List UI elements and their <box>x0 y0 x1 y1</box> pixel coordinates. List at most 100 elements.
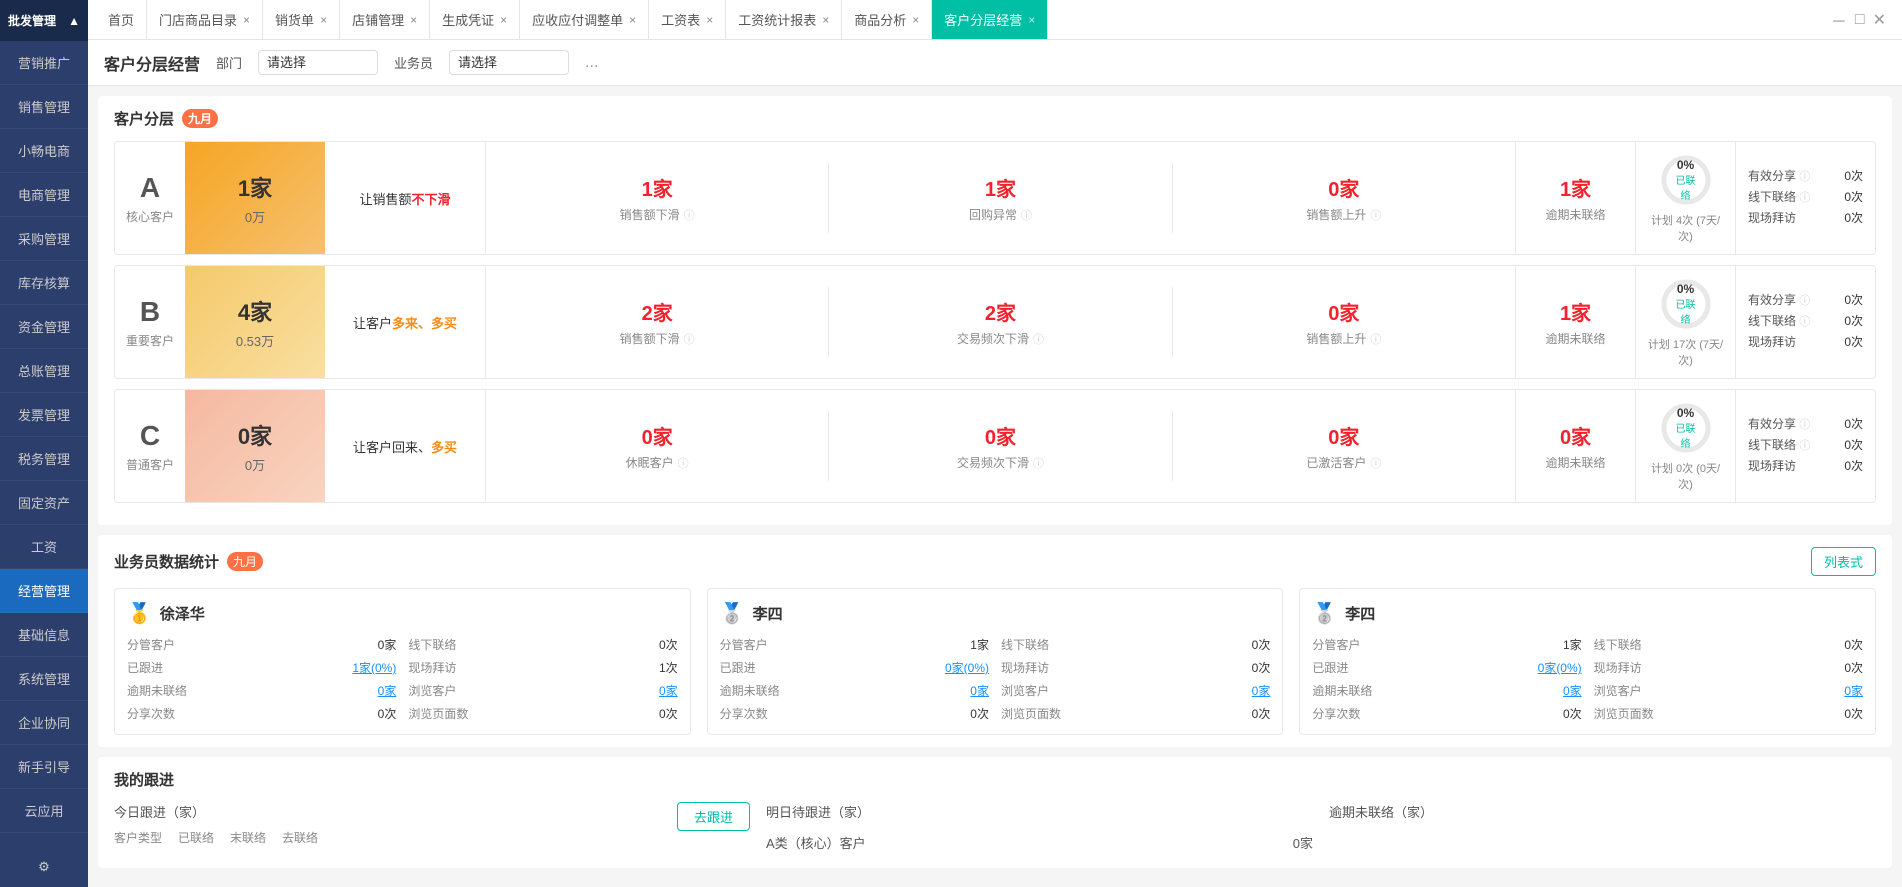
tab-5[interactable]: 应收应付调整单× <box>520 0 649 40</box>
sidebar-item-16[interactable]: 新手引导 <box>0 745 88 789</box>
filter-more-icon[interactable]: ... <box>585 54 598 72</box>
sidebar-title: 批发管理 <box>8 12 56 29</box>
tab-close-4[interactable]: × <box>500 13 507 27</box>
followup-section: 我的跟进 今日跟进（家） 客户类型 已联络 末联络 去联络 去跟进 明日待跟进（… <box>98 757 1892 868</box>
tier-right-stats-A: 有效分享 ⓘ0次线下联络 ⓘ0次现场拜访 0次 <box>1735 142 1875 254</box>
agent-stat-2-2: 已跟进0家(0%) <box>1312 659 1581 676</box>
sidebar-item-3[interactable]: 电商管理 <box>0 173 88 217</box>
tier-metric-C-0: 0家休眠客户 ⓘ <box>486 411 829 481</box>
customer-month-badge: 九月 <box>182 109 218 128</box>
agent-header-2: 🥈李四 <box>1312 601 1863 626</box>
right-stat-A-2: 现场拜访 0次 <box>1748 209 1863 226</box>
sidebar-header[interactable]: 批发管理 ▲ <box>0 0 88 41</box>
window-close-icon[interactable]: ✕ <box>1873 10 1886 30</box>
today-followup-title: 今日跟进（家） <box>114 802 661 821</box>
overdue-followup-title: 逾期未联络（家） <box>1329 802 1876 821</box>
sidebar-item-9[interactable]: 税务管理 <box>0 437 88 481</box>
tier-row-B: B重要客户4家0.53万让客户多来、多买2家销售额下滑 ⓘ2家交易频次下滑 ⓘ0… <box>114 265 1876 379</box>
tab-close-6[interactable]: × <box>706 13 713 27</box>
agent-select[interactable]: 请选择 <box>449 50 569 75</box>
sidebar-item-10[interactable]: 固定资产 <box>0 481 88 525</box>
sidebar-item-2[interactable]: 小畅电商 <box>0 129 88 173</box>
tab-6[interactable]: 工资表× <box>649 0 726 40</box>
today-followup-col: 今日跟进（家） 客户类型 已联络 末联络 去联络 <box>114 802 661 854</box>
tier-label-A: A核心客户 <box>115 142 185 254</box>
gear-icon: ⚙ <box>38 859 50 874</box>
agent-stat-1-6: 分享次数0次 <box>720 705 989 722</box>
goto-followup-button[interactable]: 去跟进 <box>677 802 750 831</box>
agent-stat-1-5: 浏览客户0家 <box>1001 682 1270 699</box>
main-area: 首页门店商品目录×销货单×店铺管理×生成凭证×应收应付调整单×工资表×工资统计报… <box>88 0 1902 887</box>
dept-select[interactable]: 请选择 <box>258 50 378 75</box>
tab-close-1[interactable]: × <box>243 13 250 27</box>
sidebar-item-8[interactable]: 发票管理 <box>0 393 88 437</box>
agent-stat-2-5: 浏览客户0家 <box>1594 682 1863 699</box>
agent-stat-1-2: 已跟进0家(0%) <box>720 659 989 676</box>
tier-circle-C: 0% 已联络 计划 0次 (0天/次) <box>1635 390 1735 502</box>
window-minimize-icon[interactable]: － <box>1831 8 1847 32</box>
sidebar-item-5[interactable]: 库存核算 <box>0 261 88 305</box>
tier-right-stats-B: 有效分享 ⓘ0次线下联络 ⓘ0次现场拜访 0次 <box>1735 266 1875 378</box>
tab-1[interactable]: 门店商品目录× <box>147 0 263 40</box>
sidebar: 批发管理 ▲ 营销推广销售管理小畅电商电商管理采购管理库存核算资金管理总账管理发… <box>0 0 88 887</box>
sidebar-settings[interactable]: ⚙ <box>0 847 88 887</box>
sidebar-item-15[interactable]: 企业协同 <box>0 701 88 745</box>
sidebar-item-4[interactable]: 采购管理 <box>0 217 88 261</box>
sidebar-item-13[interactable]: 基础信息 <box>0 613 88 657</box>
tab-close-8[interactable]: × <box>912 13 919 27</box>
agent-name-2: 李四 <box>1345 603 1375 624</box>
tab-close-3[interactable]: × <box>410 13 417 27</box>
sidebar-item-14[interactable]: 系统管理 <box>0 657 88 701</box>
agent-medal-0: 🥇 <box>127 601 152 626</box>
tier-metric-C-1: 0家交易频次下滑 ⓘ <box>829 411 1172 481</box>
agent-name-1: 李四 <box>753 603 783 624</box>
agent-stat-0-4: 逾期未联络0家 <box>127 682 396 699</box>
tab-7[interactable]: 工资统计报表× <box>726 0 842 40</box>
tab-close-7[interactable]: × <box>822 13 829 27</box>
sidebar-collapse-icon: ▲ <box>68 14 80 28</box>
tier-overdue-C: 0家逾期未联络 <box>1515 390 1635 502</box>
tier-metrics-A: 1家销售额下滑 ⓘ1家回购异常 ⓘ0家销售额上升 ⓘ <box>485 142 1515 254</box>
tab-8[interactable]: 商品分析× <box>842 0 932 40</box>
tab-2[interactable]: 销货单× <box>263 0 340 40</box>
window-maximize-icon[interactable]: □ <box>1855 11 1865 29</box>
right-stat-B-1: 线下联络 ⓘ0次 <box>1748 312 1863 329</box>
agent-card-2: 🥈李四分管客户1家线下联络0次已跟进0家(0%)现场拜访0次逾期未联络0家浏览客… <box>1299 588 1876 735</box>
sidebar-item-6[interactable]: 资金管理 <box>0 305 88 349</box>
sidebar-item-17[interactable]: 云应用 <box>0 789 88 833</box>
sidebar-item-12[interactable]: 经营管理 <box>0 569 88 613</box>
agent-stat-2-0: 分管客户1家 <box>1312 636 1581 653</box>
tab-4[interactable]: 生成凭证× <box>430 0 520 40</box>
filter-bar: 客户分层经营 部门 请选择 业务员 请选择 ... <box>88 40 1902 86</box>
tab-close-9[interactable]: × <box>1028 13 1035 27</box>
tier-metrics-C: 0家休眠客户 ⓘ0家交易频次下滑 ⓘ0家已激活客户 ⓘ <box>485 390 1515 502</box>
tab-0[interactable]: 首页 <box>96 0 147 40</box>
sidebar-item-0[interactable]: 营销推广 <box>0 41 88 85</box>
tab-close-2[interactable]: × <box>320 13 327 27</box>
customer-section-title: 客户分层 九月 <box>114 108 1876 129</box>
agent-stat-1-4: 逾期未联络0家 <box>720 682 989 699</box>
right-stat-C-2: 现场拜访 0次 <box>1748 457 1863 474</box>
biz-section-header: 业务员数据统计 九月 列表式 <box>114 547 1876 576</box>
agent-stat-0-7: 浏览页面数0次 <box>408 705 677 722</box>
tomorrow-followup-col: 明日待跟进（家） A类（核心）客户 0家 <box>766 802 1313 856</box>
tier-metric-A-2: 0家销售额上升 ⓘ <box>1173 163 1515 233</box>
agent-stat-0-2: 已跟进1家(0%) <box>127 659 396 676</box>
sidebar-item-1[interactable]: 销售管理 <box>0 85 88 129</box>
tier-metric-A-1: 1家回购异常 ⓘ <box>829 163 1172 233</box>
content-area: 客户分层经营 部门 请选择 业务员 请选择 ... 客户分层 九月 A核心客户 1… <box>88 40 1902 887</box>
tab-9[interactable]: 客户分层经营× <box>932 0 1048 40</box>
tomorrow-followup-title: 明日待跟进（家） <box>766 802 1313 821</box>
sidebar-item-11[interactable]: 工资 <box>0 525 88 569</box>
agent-stat-0-6: 分享次数0次 <box>127 705 396 722</box>
sidebar-item-7[interactable]: 总账管理 <box>0 349 88 393</box>
followup-title: 我的跟进 <box>114 769 1876 790</box>
agent-stat-0-1: 线下联络0次 <box>408 636 677 653</box>
agent-stats-2: 分管客户1家线下联络0次已跟进0家(0%)现场拜访0次逾期未联络0家浏览客户0家… <box>1312 636 1863 722</box>
tab-3[interactable]: 店铺管理× <box>340 0 430 40</box>
tab-close-5[interactable]: × <box>629 13 636 27</box>
agent-stat-2-6: 分享次数0次 <box>1312 705 1581 722</box>
list-view-button[interactable]: 列表式 <box>1811 547 1876 576</box>
biz-section: 业务员数据统计 九月 列表式 🥇徐泽华分管客户0家线下联络0次已跟进1家(0%)… <box>98 535 1892 747</box>
tier-right-stats-C: 有效分享 ⓘ0次线下联络 ⓘ0次现场拜访 0次 <box>1735 390 1875 502</box>
